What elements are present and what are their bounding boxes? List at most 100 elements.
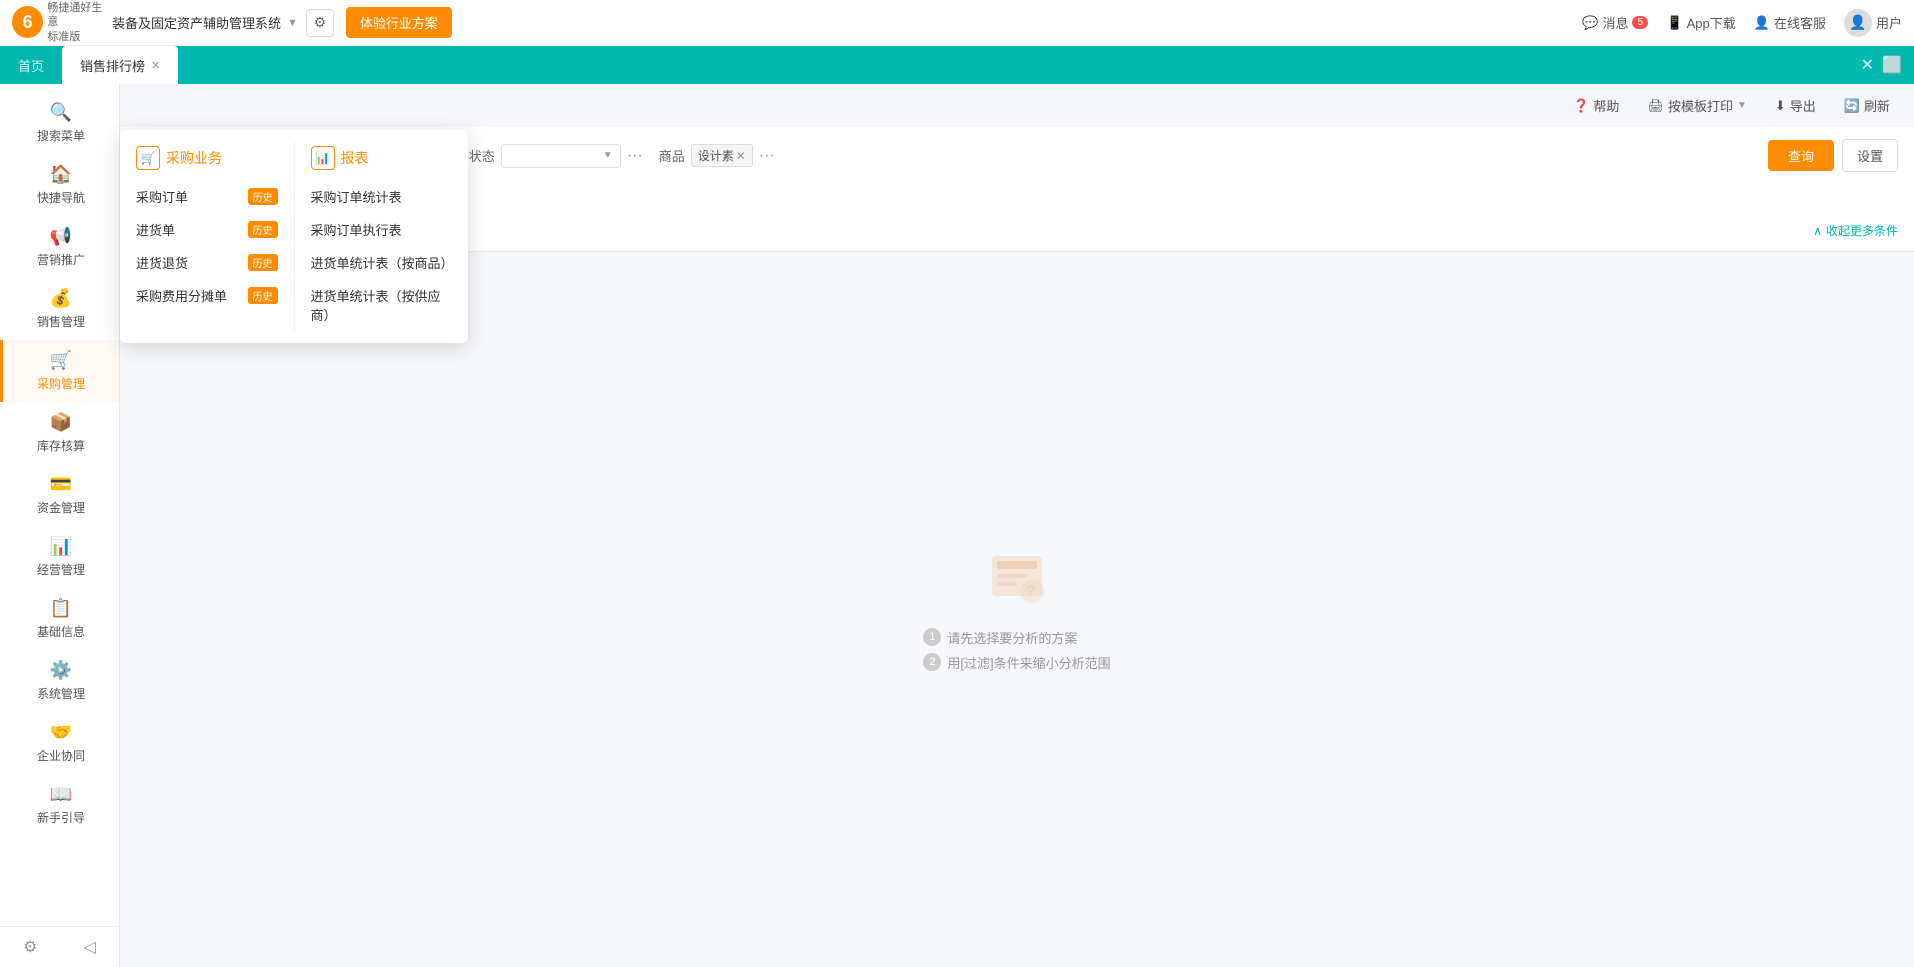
sidebar-item-operations[interactable]: 📊 经营管理 xyxy=(0,526,119,588)
history-badge-3: 历史 xyxy=(248,287,278,304)
tab-close-icon[interactable]: ✕ xyxy=(151,59,160,72)
history-badge-0: 历史 xyxy=(248,188,278,205)
doc-status-filter: 单据状态 ▼ ··· xyxy=(443,144,643,168)
sidebar-settings-button[interactable]: ⚙ xyxy=(23,937,37,957)
dropdown-item-purchase-order[interactable]: 采购订单 历史 xyxy=(136,180,278,213)
search-icon: 🔍 xyxy=(50,102,72,123)
sidebar-item-sales-label: 销售管理 xyxy=(37,313,85,330)
print-label: 按模板打印 xyxy=(1668,96,1733,115)
tab-home[interactable]: 首页 xyxy=(0,46,62,84)
purchase-icon: 🛒 xyxy=(136,146,160,170)
dropdown-item-cost-share[interactable]: 采购费用分摊单 历史 xyxy=(136,279,278,312)
tabbar: 首页 销售排行榜 ✕ ✕ ⬜ xyxy=(0,46,1914,84)
print-icon: 🖨 xyxy=(1647,98,1664,114)
setting-button[interactable]: 设置 xyxy=(1842,139,1898,172)
history-badge-2: 历史 xyxy=(248,254,278,271)
purchase-dropdown-menu: 🛒 采购业务 采购订单 历史 进货单 历史 进货退货 历史 采购费用分摊单 历史 xyxy=(120,130,468,343)
sidebar-item-finance[interactable]: 💳 资金管理 xyxy=(0,464,119,526)
query-button[interactable]: 查询 xyxy=(1768,140,1834,171)
sales-icon: 💰 xyxy=(50,288,72,309)
sidebar-item-guide[interactable]: 📖 新手引导 xyxy=(0,774,119,836)
refresh-button[interactable]: 🔄 刷新 xyxy=(1836,92,1898,119)
sidebar-item-operations-label: 经营管理 xyxy=(37,561,85,578)
sidebar-item-search[interactable]: 🔍 搜索菜单 xyxy=(0,92,119,154)
guide-icon: 📖 xyxy=(50,784,72,805)
dropdown-item-incoming[interactable]: 进货单 历史 xyxy=(136,213,278,246)
industry-solution-button[interactable]: 体验行业方案 xyxy=(346,7,452,38)
dropdown-item-return[interactable]: 进货退货 历史 xyxy=(136,246,278,279)
sidebar-collapse-button[interactable]: ◁ xyxy=(84,937,96,957)
messages-button[interactable]: 💬 消息 5 xyxy=(1582,13,1648,32)
sidebar-item-inventory-label: 库存核算 xyxy=(37,437,85,454)
empty-tip-2: 2 用[过滤]条件来缩小分析范围 xyxy=(923,653,1110,672)
goods-tag-close[interactable]: ✕ xyxy=(736,149,746,163)
app-download-label: App下载 xyxy=(1687,13,1736,32)
sidebar-item-purchase-label: 采购管理 xyxy=(37,375,85,392)
collapse-area: ∧ 收起更多条件 xyxy=(1813,216,1898,239)
sidebar-item-quicknav-label: 快捷导航 xyxy=(37,189,85,206)
message-label: 消息 xyxy=(1602,13,1628,32)
dropdown-col1-title: 采购业务 xyxy=(166,148,222,168)
dropdown-item-po-stat[interactable]: 采购订单统计表 xyxy=(311,180,453,213)
sidebar-item-quick-nav[interactable]: 🏠 快捷导航 xyxy=(0,154,119,216)
settings-gear-button[interactable]: ⚙ xyxy=(306,9,334,37)
sidebar-item-basic-info[interactable]: 📋 基础信息 xyxy=(0,588,119,650)
empty-tip-1: 1 请先选择要分析的方案 xyxy=(923,628,1110,647)
sidebar-item-finance-label: 资金管理 xyxy=(37,499,85,516)
tab-close-all[interactable]: ✕ ⬜ xyxy=(1849,55,1914,75)
dropdown-item-incoming-stat-supplier[interactable]: 进货单统计表（按供应商） xyxy=(311,279,453,331)
help-icon: ❓ xyxy=(1573,98,1589,114)
toolbar: ❓ 帮助 🖨 按模板打印 ▼ ⬇ 导出 🔄 刷新 xyxy=(120,84,1914,127)
tab-home-label: 首页 xyxy=(18,56,44,75)
print-dropdown-icon: ▼ xyxy=(1737,100,1747,111)
history-badge-1: 历史 xyxy=(248,221,278,238)
goods-filter: 商品 设计素 ✕ ··· xyxy=(659,144,775,167)
system-selector[interactable]: 装备及固定资产辅助管理系统 ▼ xyxy=(112,13,298,32)
sidebar-item-system-label: 系统管理 xyxy=(37,685,85,702)
dropdown-col-purchase-header: 🛒 采购业务 xyxy=(136,142,278,180)
refresh-icon: 🔄 xyxy=(1844,98,1860,114)
sidebar-item-guide-label: 新手引导 xyxy=(37,809,85,826)
dropdown-item-incoming-stat-goods[interactable]: 进货单统计表（按商品） xyxy=(311,246,453,279)
doc-status-select[interactable] xyxy=(501,144,621,168)
purchase-menu-icon: 🛒 xyxy=(50,350,72,371)
dropdown-col2-title: 报表 xyxy=(341,148,369,168)
topbar-right: 💬 消息 5 📱 App下载 👤 在线客服 👤 用户 xyxy=(1582,9,1902,37)
sidebar-bottom: ⚙ ◁ xyxy=(0,926,119,967)
sidebar-item-system[interactable]: ⚙️ 系统管理 xyxy=(0,650,119,712)
goods-dots[interactable]: ··· xyxy=(759,147,775,165)
export-icon: ⬇ xyxy=(1775,98,1786,114)
print-button[interactable]: 🖨 按模板打印 ▼ xyxy=(1639,92,1754,119)
logo-icon: 6 xyxy=(12,6,43,38)
tab-sales-rank[interactable]: 销售排行榜 ✕ xyxy=(62,46,178,84)
tip-num-1: 1 xyxy=(923,628,941,646)
logo-area: 6 畅捷通好生意 标准版 xyxy=(12,1,112,44)
sidebar-item-sales[interactable]: 💰 销售管理 xyxy=(0,278,119,340)
user-menu[interactable]: 👤 用户 xyxy=(1844,9,1902,37)
basicinfo-icon: 📋 xyxy=(50,598,72,619)
sidebar-item-inventory[interactable]: 📦 库存核算 xyxy=(0,402,119,464)
online-service-label: 在线客服 xyxy=(1774,13,1826,32)
report-icon: 📊 xyxy=(311,146,335,170)
export-button[interactable]: ⬇ 导出 xyxy=(1767,92,1824,119)
sidebar-item-purchase[interactable]: 🛒 采购管理 xyxy=(0,340,119,402)
user-avatar: 👤 xyxy=(1844,9,1872,37)
system-name: 装备及固定资产辅助管理系统 xyxy=(112,13,281,32)
help-button[interactable]: ❓ 帮助 xyxy=(1565,92,1627,119)
sidebar-item-basicinfo-label: 基础信息 xyxy=(37,623,85,640)
collapse-button[interactable]: ∧ 收起更多条件 xyxy=(1813,216,1898,239)
message-icon: 💬 xyxy=(1582,15,1598,31)
dropdown-item-po-exec[interactable]: 采购订单执行表 xyxy=(311,213,453,246)
online-service-button[interactable]: 👤 在线客服 xyxy=(1754,13,1826,32)
marketing-icon: 📢 xyxy=(50,226,72,247)
refresh-label: 刷新 xyxy=(1864,96,1890,115)
maximize-icon: ⬜ xyxy=(1882,55,1902,75)
doc-status-select-wrapper: ▼ xyxy=(501,144,621,168)
doc-status-dots[interactable]: ··· xyxy=(627,147,643,165)
sidebar-item-marketing[interactable]: 📢 营销推广 xyxy=(0,216,119,278)
message-badge: 5 xyxy=(1632,16,1648,29)
tab-sales-rank-label: 销售排行榜 xyxy=(80,56,145,75)
finance-icon: 💳 xyxy=(50,474,72,495)
app-download-button[interactable]: 📱 App下载 xyxy=(1666,13,1735,32)
sidebar-item-enterprise[interactable]: 🤝 企业协同 xyxy=(0,712,119,774)
